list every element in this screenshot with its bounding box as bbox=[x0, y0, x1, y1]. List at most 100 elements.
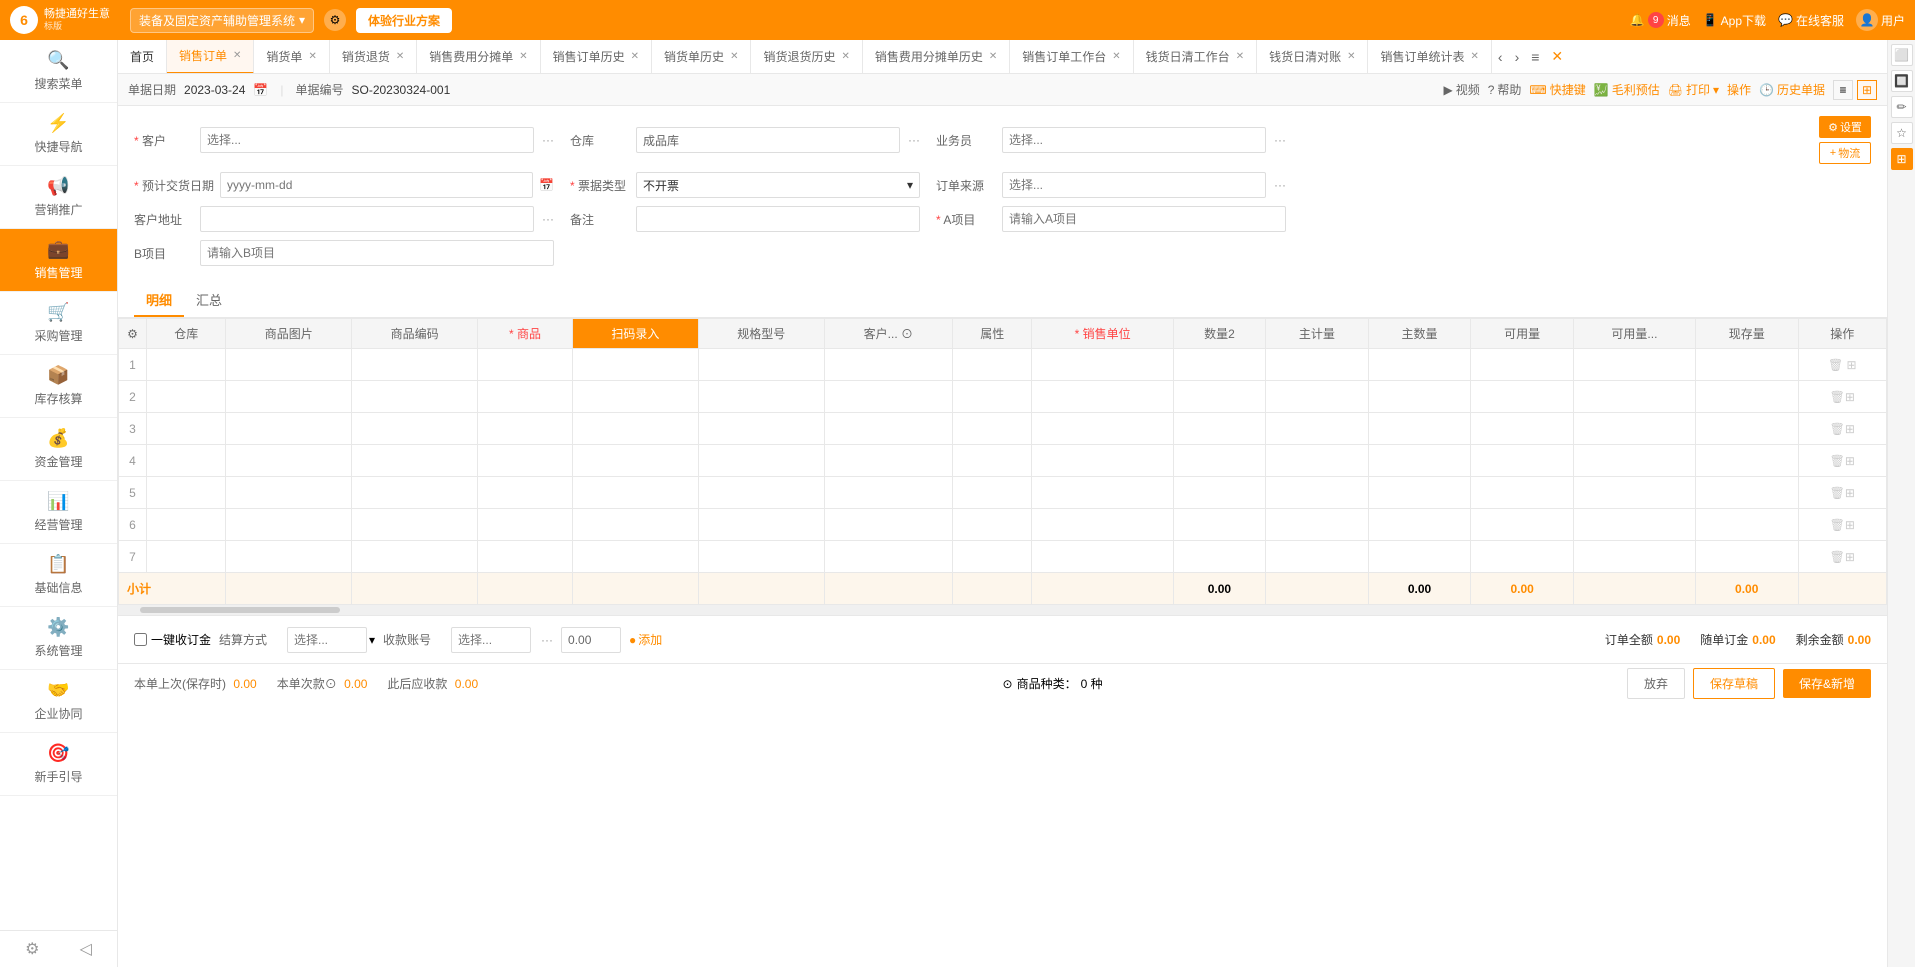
order-source-more-icon[interactable]: ··· bbox=[1274, 178, 1286, 192]
user-menu-button[interactable]: 👤 用户 bbox=[1856, 9, 1905, 31]
salesperson-input[interactable] bbox=[1002, 127, 1266, 153]
tab-close-sales-refund-history[interactable]: ✕ bbox=[841, 51, 849, 62]
tab-cash-daily-workbench[interactable]: 钱货日清工作台 ✕ bbox=[1134, 40, 1257, 74]
save-draft-button[interactable]: 保存草稿 bbox=[1693, 668, 1775, 699]
order-source-input[interactable] bbox=[1002, 172, 1266, 198]
col-settings[interactable]: ⚙ bbox=[119, 319, 147, 349]
customer-address-input[interactable] bbox=[200, 206, 534, 232]
calendar-icon-2[interactable]: 📅 bbox=[539, 178, 554, 192]
sidebar-item-finance[interactable]: 💰 资金管理 bbox=[0, 418, 117, 481]
sidebar-item-marketing[interactable]: 📢 营销推广 bbox=[0, 166, 117, 229]
row-3-copy-icon[interactable]: ⊞ bbox=[1845, 422, 1855, 436]
sidebar-item-system[interactable]: ⚙️ 系统管理 bbox=[0, 607, 117, 670]
tab-close-sales-order-history[interactable]: ✕ bbox=[631, 51, 639, 62]
row-1-sales-unit[interactable] bbox=[1032, 349, 1173, 381]
tab-home[interactable]: 首页 bbox=[118, 40, 167, 74]
tab-close-sales-order[interactable]: ✕ bbox=[233, 50, 241, 61]
row-1-product-image[interactable] bbox=[226, 349, 352, 381]
tab-close-cash-daily-workbench[interactable]: ✕ bbox=[1236, 51, 1244, 62]
row-1-spec-type[interactable] bbox=[698, 349, 824, 381]
tab-sales-refund-history[interactable]: 销货退货历史 ✕ bbox=[751, 40, 862, 74]
row-2-copy-icon[interactable]: ⊞ bbox=[1845, 390, 1855, 404]
app-download-button[interactable]: 📱 App下载 bbox=[1703, 12, 1766, 29]
tab-close-sales-order-stats[interactable]: ✕ bbox=[1471, 51, 1479, 62]
profit-button[interactable]: 💹 毛利预估 bbox=[1594, 80, 1660, 100]
one-click-payment-checkbox[interactable]: 一键收订金 bbox=[134, 631, 211, 648]
row-1-warehouse[interactable] bbox=[147, 349, 226, 381]
row-7-copy-icon[interactable]: ⊞ bbox=[1845, 550, 1855, 564]
tab-close-sales-refund[interactable]: ✕ bbox=[396, 51, 404, 62]
shortcut-button[interactable]: ⌨ 快捷键 bbox=[1529, 80, 1585, 100]
row-6-copy-icon[interactable]: ⊞ bbox=[1845, 518, 1855, 532]
system-selector[interactable]: 装备及固定资产辅助管理系统 ▾ bbox=[130, 8, 314, 33]
tab-cash-daily-account[interactable]: 钱货日清对账 ✕ bbox=[1257, 40, 1368, 74]
row-1-scan[interactable] bbox=[572, 349, 698, 381]
row-1-current-stock[interactable] bbox=[1695, 349, 1798, 381]
notes-input[interactable] bbox=[636, 206, 920, 232]
grid-view-icon[interactable]: ⊞ bbox=[1857, 80, 1877, 100]
sidebar-settings-icon[interactable]: ⚙ bbox=[25, 939, 39, 959]
payment-amount-input[interactable] bbox=[561, 627, 621, 653]
tab-menu-button[interactable]: ≡ bbox=[1525, 49, 1545, 65]
customer-input[interactable] bbox=[200, 127, 534, 153]
address-more-icon[interactable]: ··· bbox=[542, 212, 554, 226]
row-1-main-qty[interactable] bbox=[1368, 349, 1471, 381]
sidebar-item-basic-info[interactable]: 📋 基础信息 bbox=[0, 544, 117, 607]
tab-sales-fee-history[interactable]: 销售费用分摊单历史 ✕ bbox=[863, 40, 1010, 74]
sidebar-item-purchase[interactable]: 🛒 采购管理 bbox=[0, 292, 117, 355]
row-1-available2[interactable] bbox=[1573, 349, 1695, 381]
industry-solution-button[interactable]: 体验行业方案 bbox=[356, 8, 452, 33]
tab-next-button[interactable]: › bbox=[1509, 49, 1526, 65]
calendar-icon[interactable]: 📅 bbox=[253, 83, 268, 97]
print-button[interactable]: 🖨 打印 ▾ bbox=[1668, 80, 1719, 100]
tab-close-sales-return-history[interactable]: ✕ bbox=[730, 51, 738, 62]
row-4-copy-icon[interactable]: ⊞ bbox=[1845, 454, 1855, 468]
col-scan[interactable]: 扫码录入 bbox=[572, 319, 698, 349]
tab-sales-fee-split[interactable]: 销售费用分摊单 ✕ bbox=[417, 40, 540, 74]
sidebar-item-sales[interactable]: 💼 销售管理 bbox=[0, 229, 117, 292]
row-2-delete-icon[interactable]: 🗑 bbox=[1830, 390, 1845, 404]
tab-prev-button[interactable]: ‹ bbox=[1492, 49, 1509, 65]
right-panel-btn-2[interactable]: 🔲 bbox=[1891, 70, 1913, 92]
b-project-input[interactable] bbox=[200, 240, 554, 266]
history-button[interactable]: 🕒 历史单据 bbox=[1759, 80, 1825, 100]
tab-sales-order-stats[interactable]: 销售订单统计表 ✕ bbox=[1368, 40, 1491, 74]
add-item-button[interactable]: + 物流 bbox=[1819, 142, 1871, 164]
view-button[interactable]: ▶ 视频 bbox=[1443, 80, 1479, 100]
row-1-copy-icon[interactable]: ⊞ bbox=[1847, 358, 1857, 372]
row-1-main-unit[interactable] bbox=[1266, 349, 1369, 381]
warehouse-input[interactable] bbox=[636, 127, 900, 153]
settlement-select[interactable]: ▾ bbox=[287, 627, 375, 653]
row-1-customer-code[interactable] bbox=[824, 349, 952, 381]
row-1-product-code[interactable] bbox=[352, 349, 478, 381]
sidebar-item-inventory[interactable]: 📦 库存核算 bbox=[0, 355, 117, 418]
row-1-available[interactable] bbox=[1471, 349, 1574, 381]
operation-button[interactable]: 操作 bbox=[1727, 80, 1751, 100]
sidebar-item-guide[interactable]: 🎯 新手引导 bbox=[0, 733, 117, 796]
row-4-delete-icon[interactable]: 🗑 bbox=[1830, 454, 1845, 468]
scrollbar-thumb[interactable] bbox=[140, 607, 340, 613]
salesperson-more-icon[interactable]: ··· bbox=[1274, 133, 1286, 147]
row-5-delete-icon[interactable]: 🗑 bbox=[1830, 486, 1845, 500]
sidebar-collapse-icon[interactable]: ◁ bbox=[80, 939, 92, 959]
tab-sales-order-history[interactable]: 销售订单历史 ✕ bbox=[541, 40, 652, 74]
receipt-account-input[interactable] bbox=[451, 627, 531, 653]
row-1-quantity2[interactable] bbox=[1173, 349, 1265, 381]
row-5-copy-icon[interactable]: ⊞ bbox=[1845, 486, 1855, 500]
add-payment-button[interactable]: ● 添加 bbox=[629, 631, 662, 648]
message-button[interactable]: 🔔 9 消息 bbox=[1630, 12, 1691, 29]
list-view-icon[interactable]: ≡ bbox=[1833, 80, 1853, 100]
settings-icon[interactable]: ⚙ bbox=[324, 9, 346, 31]
row-3-delete-icon[interactable]: 🗑 bbox=[1830, 422, 1845, 436]
right-panel-btn-1[interactable]: ⬜ bbox=[1891, 44, 1913, 66]
row-1-delete-icon[interactable]: 🗑 bbox=[1828, 358, 1843, 372]
tab-sales-order-workbench[interactable]: 销售订单工作台 ✕ bbox=[1010, 40, 1133, 74]
a-project-input[interactable] bbox=[1002, 206, 1286, 232]
sidebar-item-enterprise[interactable]: 🤝 企业协同 bbox=[0, 670, 117, 733]
tab-sales-return[interactable]: 销货单 ✕ bbox=[254, 40, 329, 74]
tab-sales-return-history[interactable]: 销货单历史 ✕ bbox=[652, 40, 751, 74]
sidebar-item-operations[interactable]: 📊 经营管理 bbox=[0, 481, 117, 544]
tab-close-all-button[interactable]: ✕ bbox=[1545, 48, 1569, 65]
save-new-button[interactable]: 保存&新增 bbox=[1783, 669, 1871, 698]
tab-close-sales-return[interactable]: ✕ bbox=[308, 51, 316, 62]
